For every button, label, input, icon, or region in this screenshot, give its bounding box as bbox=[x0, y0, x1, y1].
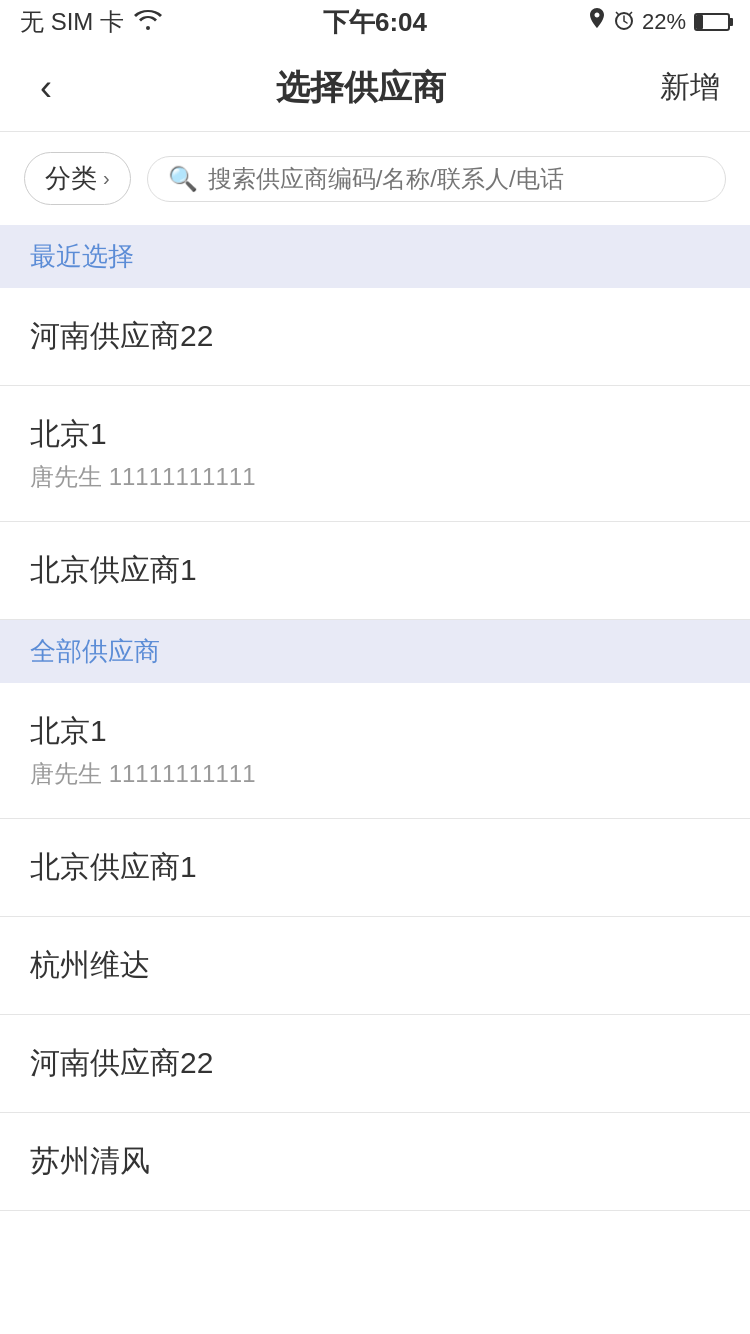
list-item[interactable]: 北京1 唐先生 11111111111 bbox=[0, 386, 750, 522]
list-item[interactable]: 北京1 唐先生 11111111111 bbox=[0, 683, 750, 819]
list-item[interactable]: 北京供应商1 bbox=[0, 522, 750, 620]
status-time: 下午6:04 bbox=[323, 5, 427, 40]
nav-bar: ‹ 选择供应商 新增 bbox=[0, 44, 750, 132]
search-box[interactable]: 🔍 bbox=[147, 156, 726, 202]
list-item[interactable]: 河南供应商22 bbox=[0, 288, 750, 386]
supplier-name: 苏州清风 bbox=[30, 1141, 720, 1182]
search-input[interactable] bbox=[208, 165, 705, 193]
supplier-name: 河南供应商22 bbox=[30, 316, 720, 357]
no-sim-label: 无 SIM 卡 bbox=[20, 6, 124, 38]
chevron-right-icon: › bbox=[103, 167, 110, 190]
list-item[interactable]: 苏州清风 bbox=[0, 1113, 750, 1211]
supplier-name: 北京1 bbox=[30, 414, 720, 455]
list-item[interactable]: 杭州维达 bbox=[0, 917, 750, 1015]
list-item[interactable]: 河南供应商22 bbox=[0, 1015, 750, 1113]
battery-percent: 22% bbox=[642, 9, 686, 35]
supplier-name: 河南供应商22 bbox=[30, 1043, 720, 1084]
section-header-all: 全部供应商 bbox=[0, 620, 750, 683]
search-icon: 🔍 bbox=[168, 165, 198, 193]
category-filter[interactable]: 分类 › bbox=[24, 152, 131, 205]
filter-bar: 分类 › 🔍 bbox=[0, 132, 750, 225]
back-button[interactable]: ‹ bbox=[30, 57, 62, 119]
add-button[interactable]: 新增 bbox=[660, 67, 720, 108]
supplier-name: 北京1 bbox=[30, 711, 720, 752]
status-left: 无 SIM 卡 bbox=[20, 6, 162, 38]
status-right: 22% bbox=[588, 8, 730, 36]
section-header-recent: 最近选择 bbox=[0, 225, 750, 288]
page-title: 选择供应商 bbox=[276, 65, 446, 111]
list-item[interactable]: 北京供应商1 bbox=[0, 819, 750, 917]
location-icon bbox=[588, 8, 606, 36]
supplier-name: 北京供应商1 bbox=[30, 847, 720, 888]
sections-container: 最近选择河南供应商22 北京1 唐先生 11111111111 北京供应商1 全部供应商… bbox=[0, 225, 750, 1211]
category-label: 分类 bbox=[45, 161, 97, 196]
alarm-icon bbox=[614, 8, 634, 36]
battery-icon bbox=[694, 13, 730, 31]
wifi-icon bbox=[134, 8, 162, 36]
supplier-contact: 唐先生 11111111111 bbox=[30, 758, 720, 790]
supplier-name: 杭州维达 bbox=[30, 945, 720, 986]
supplier-contact: 唐先生 11111111111 bbox=[30, 461, 720, 493]
status-bar: 无 SIM 卡 下午6:04 22% bbox=[0, 0, 750, 44]
supplier-name: 北京供应商1 bbox=[30, 550, 720, 591]
